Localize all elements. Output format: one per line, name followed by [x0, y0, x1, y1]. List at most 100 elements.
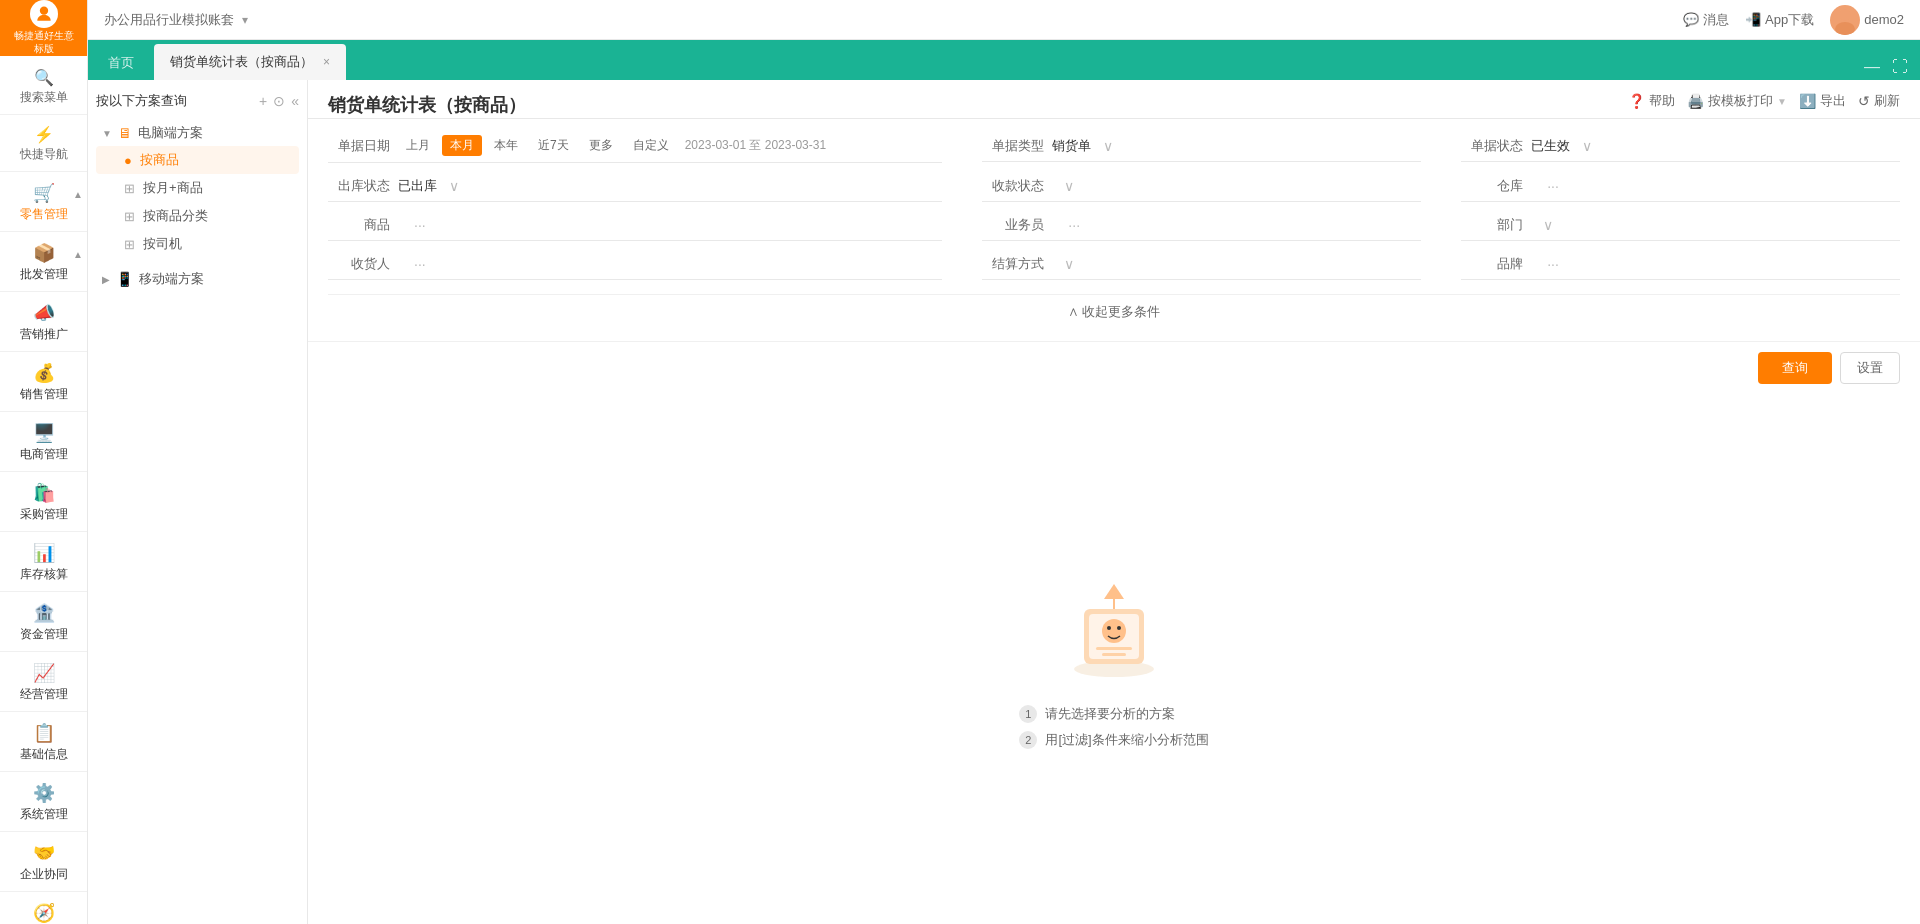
ecommerce-icon: 🖥️ [33, 422, 55, 444]
date-value: 上月 本月 本年 近7天 更多 自定义 2023-03-01 至 2023-03… [398, 135, 942, 156]
refresh-button[interactable]: ↺ 刷新 [1858, 92, 1900, 110]
print-button[interactable]: 🖨️ 按模板打印 ▼ [1687, 92, 1787, 110]
cooperation-icon: 🤝 [33, 842, 55, 864]
add-scheme-button[interactable]: + [259, 93, 267, 109]
filter-status: 单据状态 已生效 ∨ [1461, 137, 1900, 162]
sidebar-item-inventory[interactable]: 📊 库存核算 [0, 532, 87, 592]
date-tab-more[interactable]: 更多 [581, 135, 621, 156]
date-tab-custom[interactable]: 自定义 [625, 135, 677, 156]
refresh-label: 刷新 [1874, 92, 1900, 110]
page-titlebar: 销货单统计表（按商品） ❓ 帮助 🖨️ 按模板打印 ▼ ⬇️ 导出 [308, 80, 1920, 119]
out-status-text: 已出库 [398, 177, 437, 195]
message-button[interactable]: 💬 消息 [1683, 11, 1729, 29]
finance-label: 资金管理 [20, 626, 68, 643]
type-label: 单据类型 [982, 137, 1052, 155]
tab-close-icon[interactable]: × [323, 55, 330, 69]
export-button[interactable]: ⬇️ 导出 [1799, 92, 1846, 110]
sidebar-item-cooperation[interactable]: 🤝 企业协同 [0, 832, 87, 892]
scheme-item-by-category[interactable]: ⊞ 按商品分类 [96, 202, 299, 230]
out-status-dropdown-icon[interactable]: ∨ [449, 178, 459, 194]
guide-icon: 🧭 [33, 902, 55, 924]
warehouse-more-icon[interactable]: ··· [1547, 178, 1559, 194]
app-download-button[interactable]: 📲 App下载 [1745, 11, 1814, 29]
goods-label: 商品 [328, 216, 398, 234]
tab-minimize-button[interactable]: — [1860, 54, 1884, 80]
basic-icon: 📋 [33, 722, 55, 744]
query-button[interactable]: 查询 [1758, 352, 1832, 384]
sidebar-item-guide[interactable]: 🧭 新手引导 [0, 892, 87, 924]
quick-nav-item[interactable]: ⚡ 快捷导航 [0, 115, 87, 172]
settings-scheme-button[interactable]: ⊙ [273, 93, 285, 109]
search-menu-item[interactable]: 🔍 搜索菜单 [0, 56, 87, 115]
retail-arrow-icon: ▲ [73, 189, 83, 200]
brand-more-icon[interactable]: ··· [1547, 256, 1559, 272]
dept-dropdown-icon[interactable]: ∨ [1543, 217, 1553, 233]
tab-home[interactable]: 首页 [92, 46, 150, 80]
user-profile[interactable]: demo2 [1830, 5, 1904, 35]
type-dropdown-icon[interactable]: ∨ [1103, 138, 1113, 154]
collect-status-label: 收款状态 [982, 177, 1052, 195]
sidebar-item-ecommerce[interactable]: 🖥️ 电商管理 [0, 412, 87, 472]
help-icon: ❓ [1628, 93, 1645, 109]
scheme-item-by-driver[interactable]: ⊞ 按司机 [96, 230, 299, 258]
purchase-label: 采购管理 [20, 506, 68, 523]
scheme-group-pc-header[interactable]: ▼ 🖥 电脑端方案 [96, 120, 299, 146]
help-button[interactable]: ❓ 帮助 [1628, 92, 1675, 110]
filter-settings-button[interactable]: 设置 [1840, 352, 1900, 384]
logo-icon [30, 0, 58, 28]
ecommerce-label: 电商管理 [20, 446, 68, 463]
sidebar-item-purchase[interactable]: 🛍️ 采购管理 [0, 472, 87, 532]
sidebar-item-operations[interactable]: 📈 经营管理 [0, 652, 87, 712]
basic-label: 基础信息 [20, 746, 68, 763]
empty-illustration [1054, 569, 1174, 689]
filter-row-4: 收货人 ··· 结算方式 ∨ [328, 255, 1900, 280]
scheme-item-by-goods[interactable]: ● 按商品 [96, 146, 299, 174]
svg-point-6 [1102, 619, 1126, 643]
refresh-icon: ↺ [1858, 93, 1870, 109]
sidebar-item-wholesale[interactable]: 📦 ▲ 批发管理 [0, 232, 87, 292]
app-name: 畅捷通好生意 [14, 30, 74, 42]
page-title-actions: ❓ 帮助 🖨️ 按模板打印 ▼ ⬇️ 导出 ↺ 刷新 [1628, 92, 1900, 118]
collapse-label: ∧ 收起更多条件 [1068, 304, 1161, 319]
date-tab-this-month[interactable]: 本月 [442, 135, 482, 156]
date-tab-this-year[interactable]: 本年 [486, 135, 526, 156]
date-tab-7days[interactable]: 近7天 [530, 135, 577, 156]
inventory-label: 库存核算 [20, 566, 68, 583]
system-icon: ⚙️ [33, 782, 55, 804]
tab-active[interactable]: 销货单统计表（按商品） × [154, 44, 346, 80]
scheme-item-by-goods-label: 按商品 [140, 151, 179, 169]
collect-status-dropdown-icon[interactable]: ∨ [1064, 178, 1074, 194]
operations-icon: 📈 [33, 662, 55, 684]
dept-value-row: ∨ [1531, 217, 1900, 233]
filter-collect-status: 收款状态 ∨ [982, 177, 1421, 202]
salesperson-more-icon[interactable]: ··· [1068, 217, 1080, 233]
payment-dropdown-icon[interactable]: ∨ [1064, 256, 1074, 272]
sidebar-item-sales[interactable]: 💰 销售管理 [0, 352, 87, 412]
scheme-group-mobile: ▶ 📱 移动端方案 [96, 266, 299, 292]
receiver-more-icon[interactable]: ··· [414, 256, 426, 272]
warehouse-label: 仓库 [1461, 177, 1531, 195]
tab-maximize-button[interactable]: ⛶ [1888, 54, 1912, 80]
collapse-scheme-button[interactable]: « [291, 93, 299, 109]
scheme-group-pc-icon: 🖥 [118, 125, 132, 141]
sidebar-item-finance[interactable]: 🏦 资金管理 [0, 592, 87, 652]
sidebar-item-system[interactable]: ⚙️ 系统管理 [0, 772, 87, 832]
sidebar-item-retail[interactable]: 🛒 ▲ 零售管理 [0, 172, 87, 232]
status-value-text: 已生效 [1531, 137, 1570, 155]
collapse-filter-button[interactable]: ∧ 收起更多条件 [328, 294, 1900, 325]
goods-more-icon[interactable]: ··· [414, 217, 426, 233]
breadcrumb-arrow-icon[interactable]: ▾ [242, 13, 248, 27]
operations-label: 经营管理 [20, 686, 68, 703]
sidebar-item-marketing[interactable]: 📣 营销推广 [0, 292, 87, 352]
scheme-item-by-month-goods[interactable]: ⊞ 按月+商品 [96, 174, 299, 202]
wholesale-icon: 📦 [33, 242, 55, 264]
scheme-item-month-label: 按月+商品 [143, 179, 203, 197]
payment-value-row: ∨ [1052, 256, 1421, 272]
status-dropdown-icon[interactable]: ∨ [1582, 138, 1592, 154]
inventory-icon: 📊 [33, 542, 55, 564]
print-icon: 🖨️ [1687, 93, 1704, 109]
user-name: demo2 [1864, 12, 1904, 27]
scheme-group-mobile-header[interactable]: ▶ 📱 移动端方案 [96, 266, 299, 292]
date-tab-last-month[interactable]: 上月 [398, 135, 438, 156]
sidebar-item-basic[interactable]: 📋 基础信息 [0, 712, 87, 772]
